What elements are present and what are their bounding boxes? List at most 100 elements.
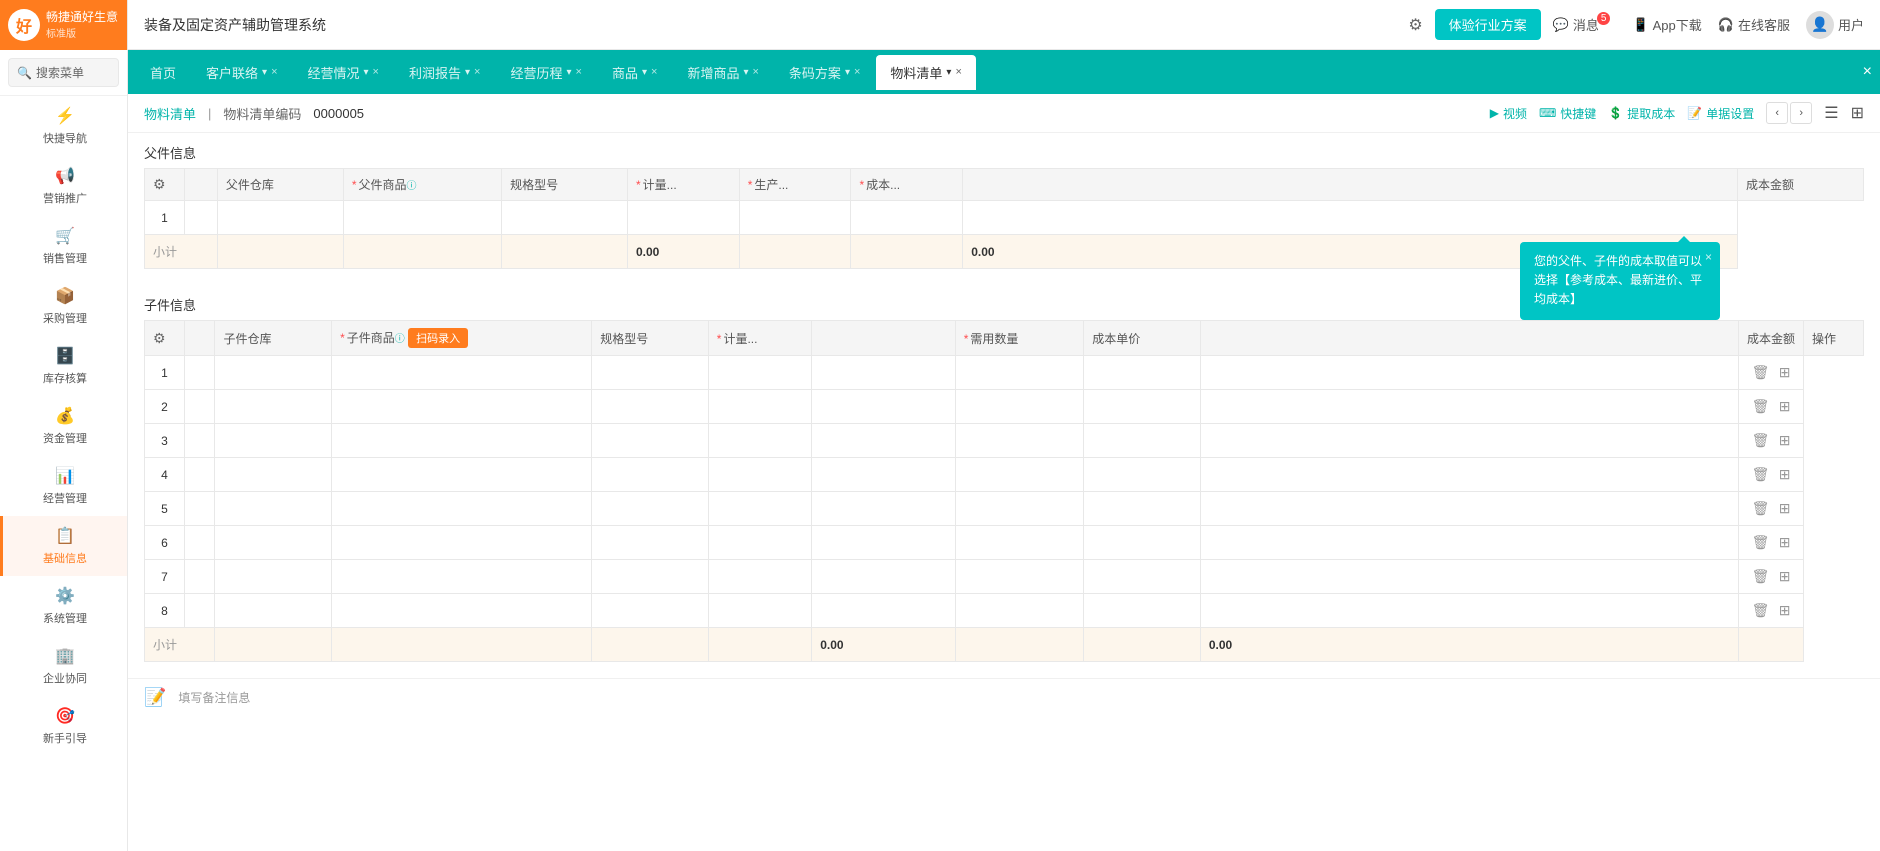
experience-button[interactable]: 体验行业方案 [1435,9,1541,40]
extract-cost-button[interactable]: 💲 提取成本 [1608,105,1675,122]
prev-record-button[interactable]: ‹ [1766,102,1788,124]
child-row-qty[interactable] [812,594,955,628]
next-record-button[interactable]: › [1790,102,1812,124]
child-row-unit-cost[interactable] [955,424,1084,458]
delete-row-button[interactable]: 🗑 [1752,500,1770,516]
tab-new-goods[interactable]: 新增商品 ▾ × [673,55,772,90]
tab-barcode[interactable]: 条码方案 ▾ × [775,55,874,90]
parent-row-1-spec[interactable] [343,201,501,235]
copy-row-button[interactable]: ⊞ [1779,602,1791,618]
settings-icon[interactable]: ⚙ [1408,15,1422,35]
tab-bom[interactable]: 物料清单 ▾ × [876,55,975,90]
tooltip-close-button[interactable]: × [1705,248,1712,267]
tab-goods[interactable]: 商品 ▾ × [598,55,671,90]
online-service-button[interactable]: 🎧 在线客服 [1718,15,1790,34]
child-row-unit[interactable] [592,458,709,492]
child-row-qty[interactable] [812,526,955,560]
parent-row-1-warehouse[interactable] [185,201,218,235]
message-button[interactable]: 💬 消息 5 [1553,15,1617,34]
child-row-goods[interactable] [215,594,332,628]
child-row-unit-cost[interactable] [955,594,1084,628]
child-row-unit[interactable] [592,492,709,526]
tab-customers-close[interactable]: × [271,66,277,78]
tab-operations-close[interactable]: × [373,66,379,78]
view-video-button[interactable]: ▶ 视频 [1490,105,1527,122]
child-row-unit[interactable] [592,560,709,594]
child-row-qty[interactable] [812,492,955,526]
sidebar-item-enterprise[interactable]: 🏢 企业协同 [0,636,127,696]
child-row-unit[interactable] [592,526,709,560]
single-setting-button[interactable]: 📝 单据设置 [1687,105,1754,122]
tab-new-goods-close[interactable]: × [752,66,758,78]
child-row-qty[interactable] [812,424,955,458]
parent-row-1-goods[interactable] [217,201,343,235]
scan-input-button[interactable]: 扫码录入 [408,328,468,348]
child-row-qty[interactable] [812,458,955,492]
child-row-qty[interactable] [812,356,955,390]
search-menu-button[interactable]: 🔍 搜索菜单 [8,58,119,87]
child-row-unit-cost[interactable] [955,560,1084,594]
tab-home[interactable]: 首页 [136,55,190,90]
child-row-warehouse[interactable] [185,390,215,424]
child-row-warehouse[interactable] [185,526,215,560]
user-button[interactable]: 👤 用户 [1806,11,1864,39]
sidebar-item-sales[interactable]: 🛒 销售管理 [0,216,127,276]
parent-row-1-unit[interactable] [502,201,628,235]
tab-history-close[interactable]: × [576,66,582,78]
child-row-unit[interactable] [592,390,709,424]
child-row-warehouse[interactable] [185,356,215,390]
child-row-spec[interactable] [332,594,592,628]
child-row-unit[interactable] [592,594,709,628]
copy-row-button[interactable]: ⊞ [1779,432,1791,448]
child-row-goods[interactable] [215,560,332,594]
tab-profit-close[interactable]: × [474,66,480,78]
child-row-spec[interactable] [332,458,592,492]
child-row-unit[interactable] [592,356,709,390]
tab-history[interactable]: 经营历程 ▾ × [496,55,595,90]
child-row-warehouse[interactable] [185,594,215,628]
delete-row-button[interactable]: 🗑 [1752,364,1770,380]
delete-row-button[interactable]: 🗑 [1752,534,1770,550]
tab-goods-close[interactable]: × [651,66,657,78]
child-settings-icon[interactable]: ⚙ [153,330,166,346]
child-row-unit-cost[interactable] [955,492,1084,526]
child-row-warehouse[interactable] [185,458,215,492]
grid-view-icon[interactable]: ☰ [1824,103,1838,123]
child-row-warehouse[interactable] [185,560,215,594]
sidebar-item-quick-nav[interactable]: ⚡ 快捷导航 [0,96,127,156]
close-all-tabs[interactable]: × [1863,63,1872,81]
tab-bom-close[interactable]: × [955,66,961,78]
copy-row-button[interactable]: ⊞ [1779,500,1791,516]
tab-barcode-close[interactable]: × [854,66,860,78]
app-download-button[interactable]: 📱 App下载 [1632,15,1701,34]
child-row-warehouse[interactable] [185,424,215,458]
parent-settings-icon[interactable]: ⚙ [153,176,166,192]
sidebar-item-guide[interactable]: 🎯 新手引导 [0,696,127,756]
child-row-goods[interactable] [215,356,332,390]
child-row-unit-cost[interactable] [955,356,1084,390]
sidebar-item-purchase[interactable]: 📦 采购管理 [0,276,127,336]
delete-row-button[interactable]: 🗑 [1752,432,1770,448]
delete-row-button[interactable]: 🗑 [1752,568,1770,584]
child-row-spec[interactable] [332,390,592,424]
child-row-spec[interactable] [332,356,592,390]
shortcut-button[interactable]: ⌨ 快捷键 [1539,105,1596,122]
tab-operations[interactable]: 经营情况 ▾ × [294,55,393,90]
child-row-goods[interactable] [215,526,332,560]
child-row-spec[interactable] [332,560,592,594]
tab-profit[interactable]: 利润报告 ▾ × [395,55,494,90]
child-row-goods[interactable] [215,492,332,526]
child-row-goods[interactable] [215,424,332,458]
child-row-unit-cost[interactable] [955,458,1084,492]
copy-row-button[interactable]: ⊞ [1779,568,1791,584]
sidebar-item-inventory[interactable]: 🗄️ 库存核算 [0,336,127,396]
parent-row-1-production[interactable] [627,201,739,235]
child-row-qty[interactable] [812,560,955,594]
sidebar-item-basic-info[interactable]: 📋 基础信息 [0,516,127,576]
child-row-goods[interactable] [215,390,332,424]
sidebar-item-finance[interactable]: 💰 资金管理 [0,396,127,456]
sidebar-item-marketing[interactable]: 📢 营销推广 [0,156,127,216]
copy-row-button[interactable]: ⊞ [1779,466,1791,482]
child-row-goods[interactable] [215,458,332,492]
copy-row-button[interactable]: ⊞ [1779,534,1791,550]
